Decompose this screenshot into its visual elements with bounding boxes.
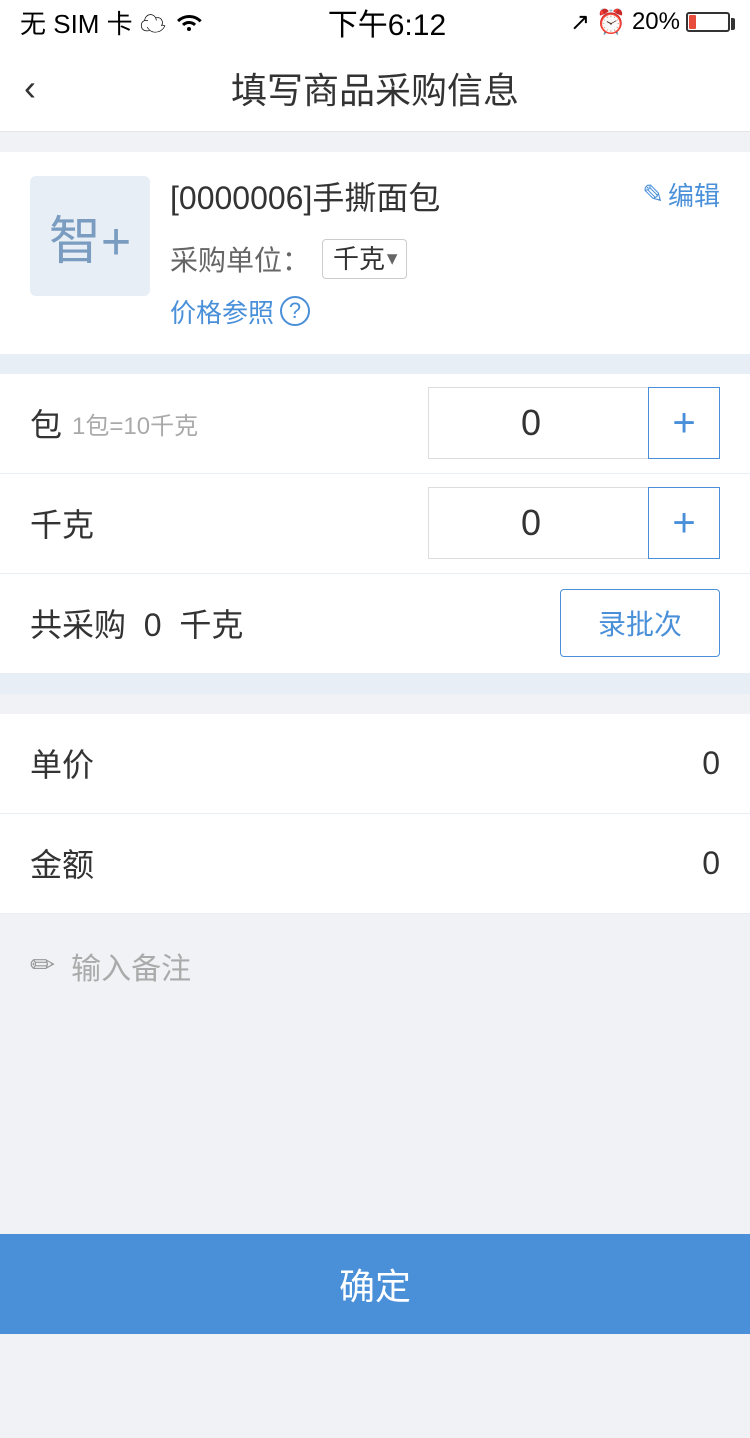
- alarm-icon: ⏰: [596, 8, 626, 37]
- bag-label: 包: [30, 400, 62, 446]
- product-info: [0000006]手撕面包 采购单位： 千克 价格参照 ?: [170, 176, 720, 330]
- total-label: 共采购 0 千克: [30, 600, 243, 646]
- kg-input-right: +: [428, 487, 720, 559]
- price-ref-question-icon: ?: [280, 296, 310, 326]
- edit-label: 编辑: [668, 176, 720, 213]
- confirm-button[interactable]: 确定: [0, 1234, 750, 1334]
- wifi-icon: [174, 7, 204, 38]
- product-card: 智+ [0000006]手撕面包 采购单位： 千克 价格参照 ?: [0, 152, 750, 354]
- total-row: 共采购 0 千克 录批次: [0, 574, 750, 674]
- unit-price-row: 单价 0: [0, 714, 750, 814]
- divider-middle: [0, 674, 750, 694]
- product-unit-row: 采购单位： 千克: [170, 239, 720, 279]
- kg-label: 千克: [30, 500, 94, 546]
- edit-icon: ✎: [642, 179, 664, 210]
- bag-quantity-input[interactable]: [428, 387, 648, 459]
- product-image: 智+: [30, 176, 150, 296]
- bag-sub-label: 1包=10千克: [72, 406, 198, 441]
- battery-icon: [686, 12, 730, 32]
- total-value: 0: [144, 607, 162, 643]
- amount-label: 金额: [30, 840, 94, 886]
- pencil-icon: ✏: [30, 948, 55, 983]
- product-logo: 智+: [49, 199, 131, 274]
- kg-quantity-input[interactable]: [428, 487, 648, 559]
- back-button[interactable]: ‹: [24, 67, 36, 109]
- unit-select-wrap[interactable]: 千克: [322, 239, 407, 279]
- divider-top: [0, 354, 750, 374]
- page-title: 填写商品采购信息: [231, 62, 519, 114]
- price-reference-link[interactable]: 价格参照 ?: [170, 293, 720, 330]
- unit-price-label: 单价: [30, 740, 94, 786]
- unit-price-value: 0: [702, 745, 720, 782]
- kg-input-row: 千克 +: [0, 474, 750, 574]
- battery-percent: 20%: [632, 8, 680, 36]
- no-sim-text: 无 SIM 卡 ☁: [20, 4, 166, 41]
- battery-fill: [689, 15, 696, 29]
- price-ref-label: 价格参照: [170, 293, 274, 330]
- status-left: 无 SIM 卡 ☁: [20, 4, 204, 41]
- bag-input-right: +: [428, 387, 720, 459]
- bag-plus-button[interactable]: +: [648, 387, 720, 459]
- nav-bar: ‹ 填写商品采购信息: [0, 44, 750, 132]
- total-unit: 千克: [179, 607, 243, 643]
- status-bar: 无 SIM 卡 ☁ 下午6:12 ↗ ⏰ 20%: [0, 0, 750, 44]
- time-display: 下午6:12: [328, 0, 446, 44]
- status-right: ↗ ⏰ 20%: [570, 8, 730, 37]
- info-section: 单价 0 金额 0: [0, 714, 750, 914]
- amount-value: 0: [702, 845, 720, 882]
- batch-button[interactable]: 录批次: [560, 589, 720, 657]
- notes-placeholder: 输入备注: [71, 944, 191, 988]
- kg-plus-button[interactable]: +: [648, 487, 720, 559]
- product-name: [0000006]手撕面包: [170, 176, 720, 221]
- input-section: 包 1包=10千克 + 千克 +: [0, 374, 750, 574]
- amount-row: 金额 0: [0, 814, 750, 914]
- unit-label: 采购单位：: [170, 239, 310, 279]
- unit-select[interactable]: 千克: [322, 239, 407, 279]
- bag-input-row: 包 1包=10千克 +: [0, 374, 750, 474]
- location-icon: ↗: [570, 8, 590, 37]
- page-wrapper: 无 SIM 卡 ☁ 下午6:12 ↗ ⏰ 20% ‹ 填写商品采购信息 智+ […: [0, 0, 750, 1438]
- edit-button[interactable]: ✎ 编辑: [642, 176, 720, 213]
- notes-section[interactable]: ✏ 输入备注: [0, 914, 750, 1018]
